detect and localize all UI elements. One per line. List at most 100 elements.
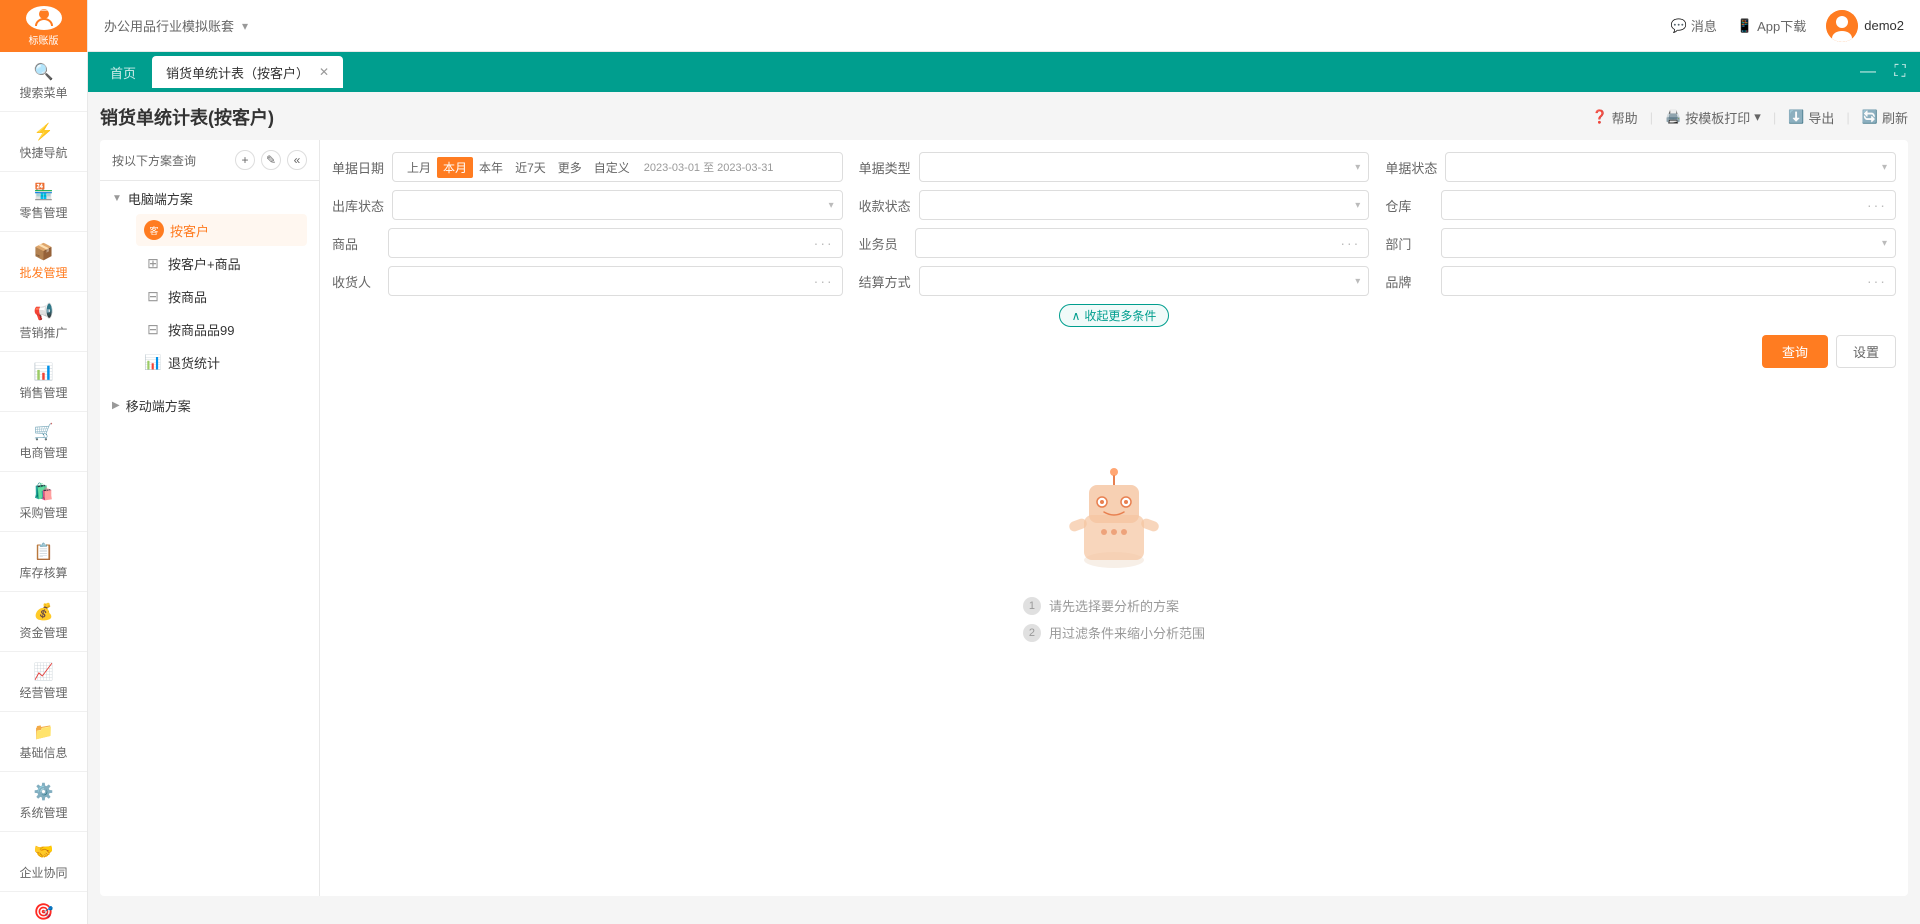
table-icon-1: ⊟ xyxy=(144,288,162,306)
settlement-control[interactable]: ▾ xyxy=(919,266,1370,296)
topbar-left: 办公用品行业模拟账套 ▾ xyxy=(104,16,248,35)
export-button[interactable]: ⬇️ 导出 xyxy=(1788,108,1834,127)
date-filter-row: 单据日期 上月 本月 本年 近7天 更多 自定义 2023-03-01 至 20… xyxy=(332,152,843,182)
warehouse-control[interactable]: ··· xyxy=(1441,190,1896,220)
chart-icon: ⊞ xyxy=(144,255,162,273)
desktop-scheme-items: 客 按客户 ⊞ 按客户+商品 ⊟ 按商品 ⊟ 按 xyxy=(112,214,307,378)
collapse-icon: ∧ xyxy=(1072,309,1081,323)
help-label: 帮助 xyxy=(1612,108,1638,127)
order-type-control[interactable]: ▾ xyxy=(919,152,1370,182)
inner-layout: 按以下方案查询 + ✎ « ▼ 电脑端方案 客 xyxy=(100,140,1908,896)
print-dropdown-icon: ▾ xyxy=(1754,109,1761,125)
ecommerce-icon: 🛒 xyxy=(34,422,54,442)
sidebar-item-finance[interactable]: 💰 资金管理 xyxy=(0,592,87,652)
department-control[interactable]: ▾ xyxy=(1441,228,1896,258)
department-label: 部门 xyxy=(1385,234,1433,253)
sidebar-item-base-info[interactable]: 📁 基础信息 xyxy=(0,712,87,772)
sidebar-item-system[interactable]: ⚙️ 系统管理 xyxy=(0,772,87,832)
receiver-control[interactable]: ··· xyxy=(388,266,843,296)
sidebar-item-retail[interactable]: 🏪 零售管理 xyxy=(0,172,87,232)
salesperson-dots-icon: ··· xyxy=(1340,235,1360,251)
collab-icon: 🤝 xyxy=(34,842,54,862)
scheme-by-goods-99[interactable]: ⊟ 按商品品99 xyxy=(136,314,307,345)
tab-close-icon[interactable]: ✕ xyxy=(319,65,329,79)
sidebar-item-inventory[interactable]: 📋 库存核算 xyxy=(0,532,87,592)
edit-scheme-button[interactable]: ✎ xyxy=(261,150,281,170)
help-button[interactable]: ❓ 帮助 xyxy=(1591,108,1637,127)
date-range-text: 2023-03-01 至 2023-03-31 xyxy=(644,159,774,175)
scheme-refund-stats[interactable]: 📊 退货统计 xyxy=(136,347,307,378)
industry-dropdown-icon[interactable]: ▾ xyxy=(242,19,248,33)
tab-maximize-button[interactable]: ⛶ xyxy=(1888,60,1912,84)
sidebar-item-label: 搜索菜单 xyxy=(19,84,67,101)
print-button[interactable]: 🖨️ 按模板打印 ▾ xyxy=(1665,108,1761,127)
sidebar-item-sales[interactable]: 📊 销售管理 xyxy=(0,352,87,412)
department-filter-row: 部门 ▾ xyxy=(1385,228,1896,258)
salesperson-control[interactable]: ··· xyxy=(915,228,1370,258)
tip-num-1: 1 xyxy=(1023,597,1041,615)
query-button[interactable]: 查询 xyxy=(1762,335,1828,368)
filter-grid-row2: 出库状态 ▾ 收款状态 ▾ 仓库 xyxy=(332,190,1896,220)
order-status-control[interactable]: ▾ xyxy=(1445,152,1896,182)
goods-control[interactable]: ··· xyxy=(388,228,843,258)
desktop-scheme-group-header[interactable]: ▼ 电脑端方案 xyxy=(112,189,307,208)
sidebar-item-label: 采购管理 xyxy=(19,504,67,521)
tab-sales-stats[interactable]: 销货单统计表（按客户） ✕ xyxy=(152,56,343,88)
tab-home[interactable]: 首页 xyxy=(96,56,150,88)
sidebar-item-quick-nav[interactable]: ⚡ 快捷导航 xyxy=(0,112,87,172)
user-info[interactable]: demo2 xyxy=(1826,10,1904,42)
out-status-filter-row: 出库状态 ▾ xyxy=(332,190,843,220)
scheme-by-customer-goods[interactable]: ⊞ 按客户+商品 xyxy=(136,248,307,279)
inventory-icon: 📋 xyxy=(34,542,54,562)
sidebar-item-search[interactable]: 🔍 搜索菜单 xyxy=(0,52,87,112)
collapse-panel-button[interactable]: « xyxy=(287,150,307,170)
brand-filter-row: 品牌 ··· xyxy=(1385,266,1896,296)
sales-icon: 📊 xyxy=(34,362,54,382)
goods-label: 商品 xyxy=(332,234,380,253)
warehouse-filter-row: 仓库 ··· xyxy=(1385,190,1896,220)
sidebar-item-purchase[interactable]: 🛍️ 采购管理 xyxy=(0,472,87,532)
receive-status-control[interactable]: ▾ xyxy=(919,190,1370,220)
scheme-by-customer[interactable]: 客 按客户 xyxy=(136,214,307,246)
sidebar-item-collab[interactable]: 🤝 企业协同 xyxy=(0,832,87,892)
system-icon: ⚙️ xyxy=(34,782,54,802)
sidebar-item-label: 电商管理 xyxy=(19,444,67,461)
export-label: 导出 xyxy=(1808,108,1834,127)
date-tab-last-month[interactable]: 上月 xyxy=(401,157,437,178)
order-type-label: 单据类型 xyxy=(859,158,911,177)
tab-minimize-button[interactable]: — xyxy=(1856,60,1880,84)
scheme-by-goods[interactable]: ⊟ 按商品 xyxy=(136,281,307,312)
date-tab-custom[interactable]: 自定义 xyxy=(588,157,636,178)
date-tab-more[interactable]: 更多 xyxy=(552,157,588,178)
sidebar-item-marketing[interactable]: 📢 营销推广 xyxy=(0,292,87,352)
sidebar-item-label: 企业协同 xyxy=(19,864,67,881)
sidebar-item-label: 库存核算 xyxy=(19,564,67,581)
sidebar-item-wholesale[interactable]: 📦 批发管理 xyxy=(0,232,87,292)
receiver-label: 收货人 xyxy=(332,272,380,291)
main-area: 办公用品行业模拟账套 ▾ 💬 消息 📱 App下载 demo2 首页 xyxy=(88,0,1920,924)
collapse-filters-button[interactable]: ∧ 收起更多条件 xyxy=(1059,304,1170,327)
settlement-label: 结算方式 xyxy=(859,272,911,291)
page-header: 销货单统计表(按客户) ❓ 帮助 | 🖨️ 按模板打印 ▾ | ⬇️ 导出 | xyxy=(100,104,1908,130)
date-tab-this-month[interactable]: 本月 xyxy=(437,157,473,178)
topbar: 办公用品行业模拟账套 ▾ 💬 消息 📱 App下载 demo2 xyxy=(88,0,1920,52)
sidebar-item-operations[interactable]: 📈 经营管理 xyxy=(0,652,87,712)
date-tab-last-7-days[interactable]: 近7天 xyxy=(509,157,552,178)
mobile-scheme-group-header[interactable]: ▶ 移动端方案 xyxy=(112,396,307,415)
sidebar-item-label: 营销推广 xyxy=(19,324,67,341)
app-download-button[interactable]: 📱 App下载 xyxy=(1737,16,1806,35)
sidebar-item-ecommerce[interactable]: 🛒 电商管理 xyxy=(0,412,87,472)
settings-button[interactable]: 设置 xyxy=(1836,335,1896,368)
brand-control[interactable]: ··· xyxy=(1441,266,1896,296)
date-tab-this-year[interactable]: 本年 xyxy=(473,157,509,178)
sidebar-item-guide[interactable]: 🎯 新手引导 xyxy=(0,892,87,924)
refresh-button[interactable]: 🔄 刷新 xyxy=(1862,108,1908,127)
order-status-arrow-icon: ▾ xyxy=(1882,162,1887,173)
date-filter-control[interactable]: 上月 本月 本年 近7天 更多 自定义 2023-03-01 至 2023-03… xyxy=(392,152,843,182)
industry-title: 办公用品行业模拟账套 xyxy=(104,16,234,35)
add-scheme-button[interactable]: + xyxy=(235,150,255,170)
sales-stats-tab-label: 销货单统计表（按客户） xyxy=(166,63,309,82)
collapse-label: 收起更多条件 xyxy=(1084,307,1156,324)
message-button[interactable]: 💬 消息 xyxy=(1671,16,1717,35)
out-status-control[interactable]: ▾ xyxy=(392,190,843,220)
